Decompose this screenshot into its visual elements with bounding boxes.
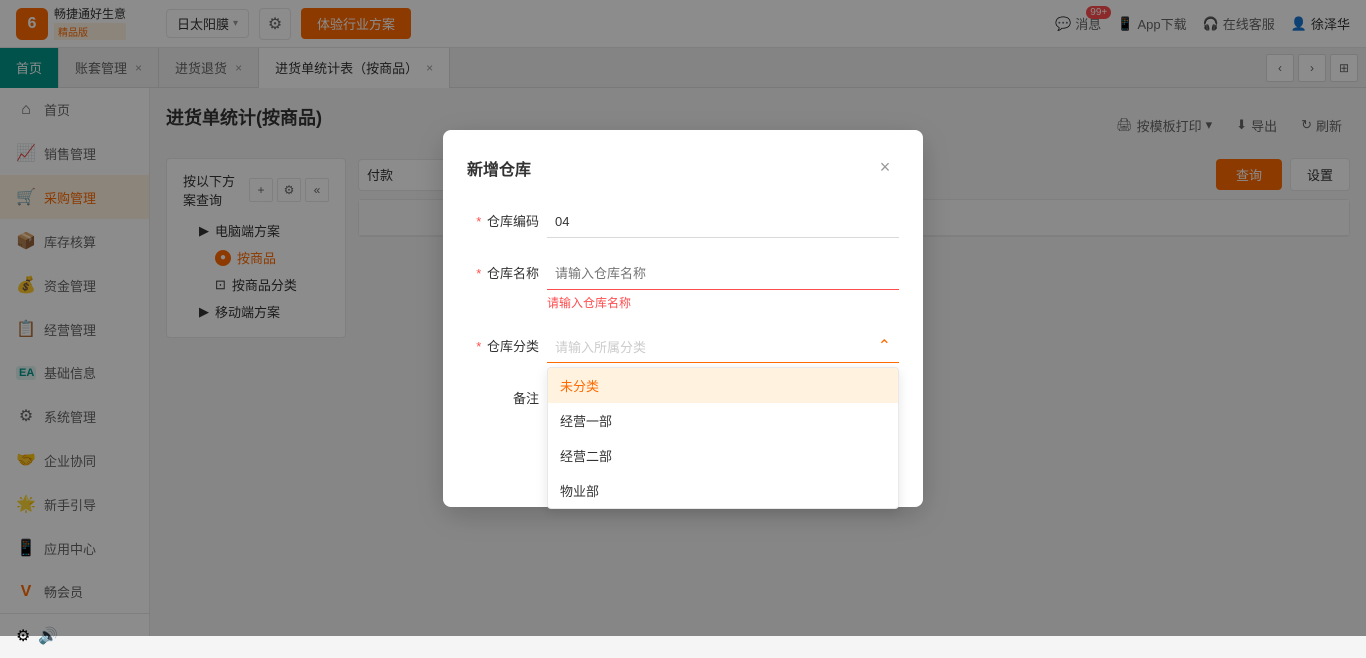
code-input[interactable] — [547, 206, 899, 238]
dropdown-item-uncategorized[interactable]: 未分类 — [548, 368, 898, 403]
name-error-msg: 请输入仓库名称 — [547, 294, 899, 311]
dropdown-item-property[interactable]: 物业部 — [548, 473, 898, 508]
modal-overlay: 新增仓库 × * 仓库编码 * 仓库名称 请输入仓库名称 — [0, 0, 1366, 636]
new-warehouse-modal: 新增仓库 × * 仓库编码 * 仓库名称 请输入仓库名称 — [443, 130, 923, 507]
modal-close-button[interactable]: × — [871, 154, 899, 182]
name-control: 请输入仓库名称 — [547, 258, 899, 311]
code-row: * 仓库编码 — [467, 206, 899, 238]
dropdown-item-dept2[interactable]: 经营二部 — [548, 438, 898, 473]
note-label: 备注 — [467, 383, 547, 415]
category-toggle-icon[interactable]: ⌃ — [878, 336, 891, 356]
category-placeholder: 请输入所属分类 — [555, 337, 646, 356]
name-input[interactable] — [547, 258, 899, 290]
modal-title: 新增仓库 — [467, 156, 531, 180]
code-label: * 仓库编码 — [467, 206, 547, 238]
code-control — [547, 206, 899, 238]
category-row: * 仓库分类 请输入所属分类 ⌃ 未分类 经营一部 经营二部 物业部 — [467, 331, 899, 363]
category-control: 请输入所属分类 ⌃ 未分类 经营一部 经营二部 物业部 — [547, 331, 899, 363]
category-dropdown: 未分类 经营一部 经营二部 物业部 — [547, 367, 899, 509]
name-row: * 仓库名称 请输入仓库名称 — [467, 258, 899, 311]
modal-header: 新增仓库 × — [467, 154, 899, 182]
category-label: * 仓库分类 — [467, 331, 547, 363]
category-select[interactable]: 请输入所属分类 ⌃ — [547, 331, 899, 363]
dropdown-item-dept1[interactable]: 经营一部 — [548, 403, 898, 438]
name-label: * 仓库名称 — [467, 258, 547, 290]
